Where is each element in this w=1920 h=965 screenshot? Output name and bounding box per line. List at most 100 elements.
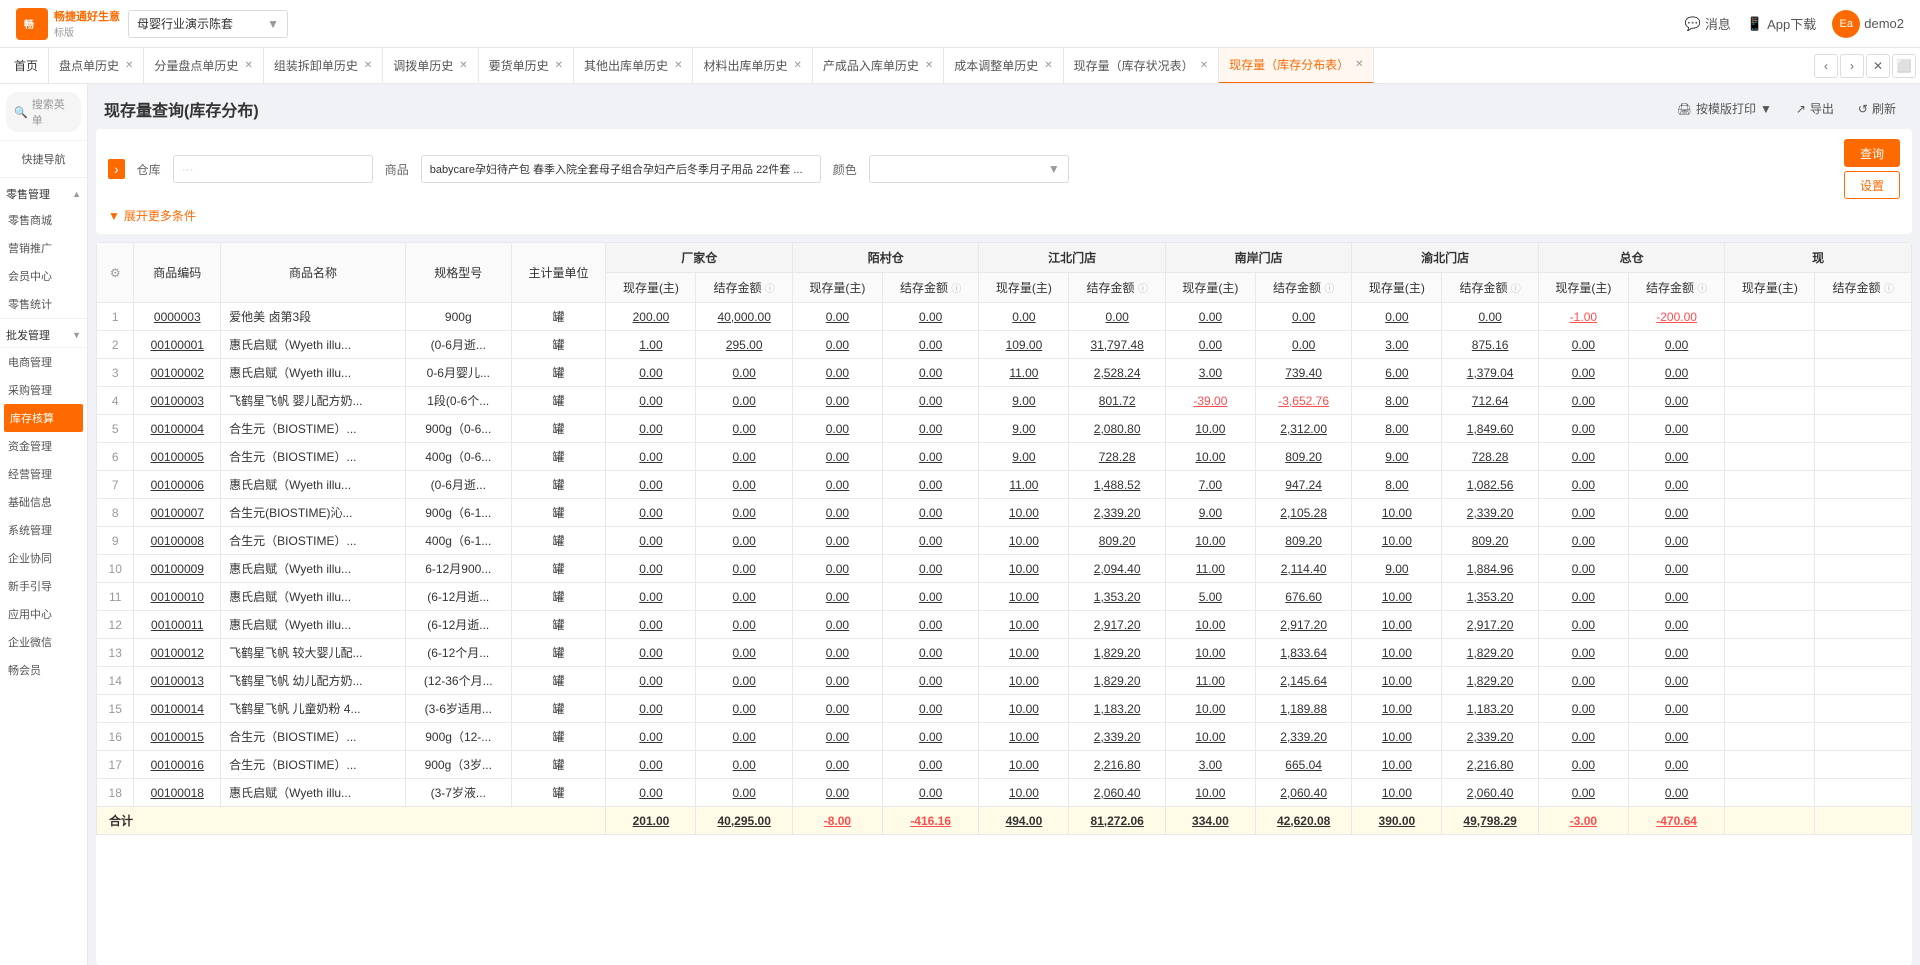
close-icon[interactable]: ✕ xyxy=(793,60,801,71)
row-total-stock[interactable]: 0.00 xyxy=(1538,639,1628,667)
row-total-stock[interactable]: 0.00 xyxy=(1538,359,1628,387)
row-w4-stock[interactable]: 11.00 xyxy=(1165,667,1255,695)
row-w5-stock[interactable]: 8.00 xyxy=(1352,387,1442,415)
row-w3-stock[interactable]: 10.00 xyxy=(979,695,1069,723)
row-w5-stock[interactable]: 0.00 xyxy=(1352,303,1442,331)
row-w3-stock[interactable]: 10.00 xyxy=(979,555,1069,583)
row-w2-stock[interactable]: 0.00 xyxy=(792,751,882,779)
row-w4-stock[interactable]: 10.00 xyxy=(1165,723,1255,751)
sidebar-item-member-center[interactable]: 会员中心 xyxy=(0,262,87,290)
row-code[interactable]: 00100018 xyxy=(134,779,221,807)
close-icon[interactable]: ✕ xyxy=(925,60,933,71)
row-w4-stock[interactable]: 10.00 xyxy=(1165,695,1255,723)
row-total-stock[interactable]: 0.00 xyxy=(1538,751,1628,779)
row-w3-stock[interactable]: 11.00 xyxy=(979,359,1069,387)
row-w2-stock[interactable]: 0.00 xyxy=(792,611,882,639)
row-w3-stock[interactable]: 0.00 xyxy=(979,303,1069,331)
row-w4-stock[interactable]: 3.00 xyxy=(1165,359,1255,387)
tab-stock-distribution[interactable]: 现存量（库存分布表）✕ xyxy=(1219,48,1374,84)
row-w4-stock[interactable]: 10.00 xyxy=(1165,779,1255,807)
row-total-stock[interactable]: 0.00 xyxy=(1538,779,1628,807)
row-w2-stock[interactable]: 0.00 xyxy=(792,779,882,807)
row-w2-stock[interactable]: 0.00 xyxy=(792,387,882,415)
print-btn[interactable]: 🖨 按模版打印 ▼ xyxy=(1669,96,1780,121)
row-w5-stock[interactable]: 6.00 xyxy=(1352,359,1442,387)
row-w4-stock[interactable]: 0.00 xyxy=(1165,331,1255,359)
row-total-stock[interactable]: 0.00 xyxy=(1538,471,1628,499)
row-w1-stock[interactable]: 0.00 xyxy=(606,555,696,583)
warehouse-input[interactable]: ··· xyxy=(173,155,373,183)
row-w5-stock[interactable]: 3.00 xyxy=(1352,331,1442,359)
row-w3-stock[interactable]: 10.00 xyxy=(979,499,1069,527)
sidebar-item-system[interactable]: 系统管理 xyxy=(0,516,87,544)
industry-selector[interactable]: 母婴行业演示陈套 ▼ xyxy=(128,10,288,38)
row-code[interactable]: 00100001 xyxy=(134,331,221,359)
row-total-stock[interactable]: 0.00 xyxy=(1538,331,1628,359)
row-w1-stock[interactable]: 0.00 xyxy=(606,499,696,527)
close-icon[interactable]: ✕ xyxy=(1200,60,1208,71)
row-w4-stock[interactable]: -39.00 xyxy=(1165,387,1255,415)
row-w1-stock[interactable]: 0.00 xyxy=(606,415,696,443)
row-w5-stock[interactable]: 10.00 xyxy=(1352,499,1442,527)
tab-stock-status[interactable]: 现存量（库存状况表）✕ xyxy=(1064,48,1219,84)
close-icon[interactable]: ✕ xyxy=(555,60,563,71)
row-w3-stock[interactable]: 10.00 xyxy=(979,639,1069,667)
row-w1-stock[interactable]: 0.00 xyxy=(606,527,696,555)
row-total-stock[interactable]: 0.00 xyxy=(1538,499,1628,527)
row-w4-stock[interactable]: 10.00 xyxy=(1165,639,1255,667)
row-total-stock[interactable]: 0.00 xyxy=(1538,415,1628,443)
row-w5-stock[interactable]: 10.00 xyxy=(1352,751,1442,779)
row-code[interactable]: 00100007 xyxy=(134,499,221,527)
row-total-stock[interactable]: -1.00 xyxy=(1538,303,1628,331)
expand-more-btn[interactable]: ▼ 展开更多条件 xyxy=(108,207,1900,224)
row-w1-stock[interactable]: 0.00 xyxy=(606,583,696,611)
row-w1-stock[interactable]: 0.00 xyxy=(606,667,696,695)
row-w3-stock[interactable]: 10.00 xyxy=(979,723,1069,751)
sidebar-item-company-collab[interactable]: 企业协同 xyxy=(0,544,87,572)
refresh-btn[interactable]: ↺ 刷新 xyxy=(1850,96,1904,121)
row-w1-stock[interactable]: 0.00 xyxy=(606,387,696,415)
row-total-stock[interactable]: 0.00 xyxy=(1538,555,1628,583)
sidebar-retail-title[interactable]: 零售管理▲ xyxy=(0,178,87,206)
row-w3-stock[interactable]: 10.00 xyxy=(979,583,1069,611)
row-w3-stock[interactable]: 10.00 xyxy=(979,667,1069,695)
row-code[interactable]: 00100011 xyxy=(134,611,221,639)
tab-transfer[interactable]: 调拨单历史 ✕ xyxy=(383,48,478,84)
sidebar-item-quick-nav[interactable]: 快捷导航 xyxy=(0,145,87,173)
row-w1-stock[interactable]: 0.00 xyxy=(606,611,696,639)
row-code[interactable]: 00100005 xyxy=(134,443,221,471)
row-total-stock[interactable]: 0.00 xyxy=(1538,611,1628,639)
sidebar-item-member-pass[interactable]: 畅会员 xyxy=(0,656,87,684)
tab-cost-adjust[interactable]: 成本调整单历史 ✕ xyxy=(944,48,1063,84)
row-w1-stock[interactable]: 0.00 xyxy=(606,779,696,807)
row-w1-stock[interactable]: 1.00 xyxy=(606,331,696,359)
row-code[interactable]: 00100016 xyxy=(134,751,221,779)
row-w2-stock[interactable]: 0.00 xyxy=(792,723,882,751)
tab-stock-point[interactable]: 分量盘点单历史 ✕ xyxy=(144,48,263,84)
row-w3-stock[interactable]: 10.00 xyxy=(979,611,1069,639)
row-w5-stock[interactable]: 9.00 xyxy=(1352,443,1442,471)
sidebar-item-company-wechat[interactable]: 企业微信 xyxy=(0,628,87,656)
tab-prev-btn[interactable]: ‹ xyxy=(1814,54,1838,78)
row-w4-stock[interactable]: 9.00 xyxy=(1165,499,1255,527)
product-input[interactable]: babycare孕妇待产包 春季入院全套母子组合孕妇产后冬季月子用品 22件套 … xyxy=(421,155,821,183)
row-code[interactable]: 00100012 xyxy=(134,639,221,667)
sidebar-item-stock-check[interactable]: 库存核算 xyxy=(4,404,83,432)
row-w5-stock[interactable]: 10.00 xyxy=(1352,583,1442,611)
row-total-stock[interactable]: 0.00 xyxy=(1538,583,1628,611)
tab-next-btn[interactable]: › xyxy=(1840,54,1864,78)
row-total-stock[interactable]: 0.00 xyxy=(1538,695,1628,723)
row-w1-stock[interactable]: 0.00 xyxy=(606,639,696,667)
row-w2-stock[interactable]: 0.00 xyxy=(792,583,882,611)
user-profile[interactable]: Ea demo2 xyxy=(1832,10,1904,38)
row-code[interactable]: 00100015 xyxy=(134,723,221,751)
row-w2-stock[interactable]: 0.00 xyxy=(792,443,882,471)
tab-other-out[interactable]: 其他出库单历史 ✕ xyxy=(574,48,693,84)
row-w5-stock[interactable]: 9.00 xyxy=(1352,555,1442,583)
close-icon[interactable]: ✕ xyxy=(1044,60,1052,71)
sidebar-search-area[interactable]: 🔍 搜索英单 xyxy=(0,84,87,141)
tab-close-all-btn[interactable]: ✕ xyxy=(1866,54,1890,78)
row-total-stock[interactable]: 0.00 xyxy=(1538,667,1628,695)
row-w4-stock[interactable]: 10.00 xyxy=(1165,443,1255,471)
row-w3-stock[interactable]: 9.00 xyxy=(979,415,1069,443)
